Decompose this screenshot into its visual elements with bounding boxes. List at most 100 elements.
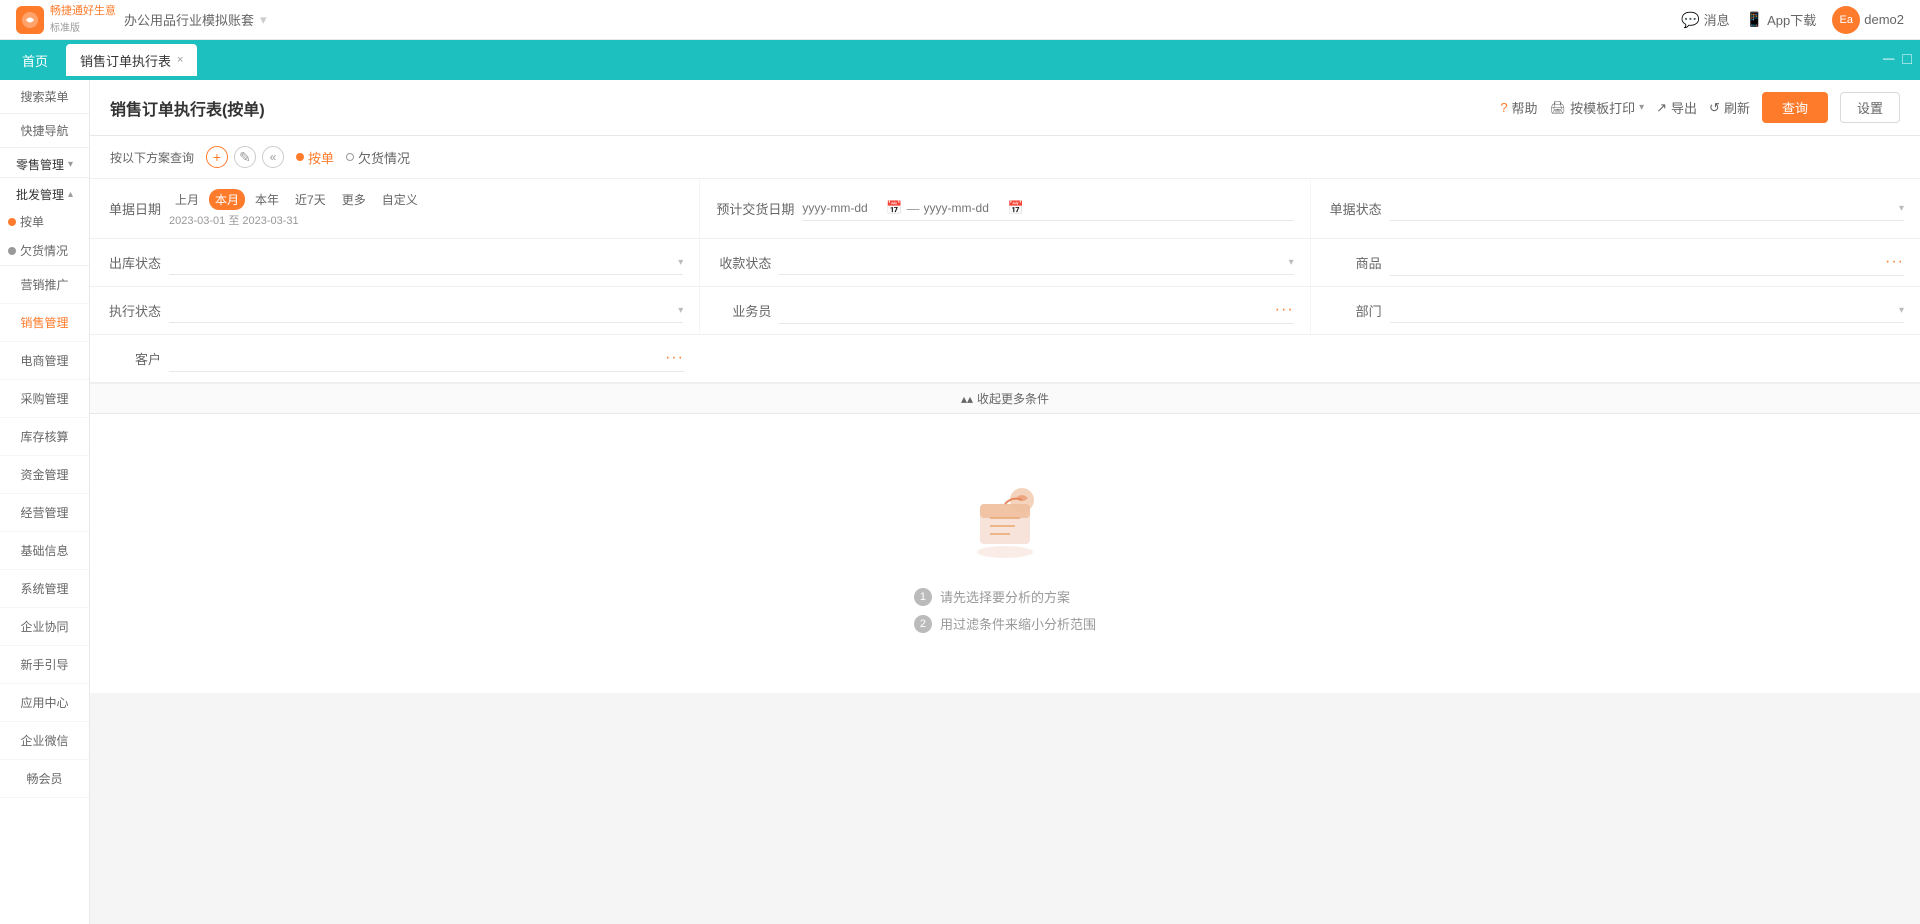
- sidebar-item-corp[interactable]: 企业协同: [0, 608, 89, 646]
- scheme-order-label: 按单: [308, 148, 334, 167]
- sidebar-item-wechat[interactable]: 企业微信: [0, 722, 89, 760]
- sidebar-item-member[interactable]: 畅会员: [0, 760, 89, 798]
- user-menu[interactable]: Ea demo2: [1832, 6, 1904, 34]
- calendar-icon-1[interactable]: 📅: [886, 200, 902, 216]
- goods-more-icon[interactable]: ···: [1885, 253, 1904, 271]
- sidebar-quick-nav[interactable]: 快捷导航: [0, 114, 89, 148]
- sidebar-item-ecommerce[interactable]: 电商管理: [0, 342, 89, 380]
- sidebar-item-basic[interactable]: 基础信息: [0, 532, 89, 570]
- logo-icon: [16, 6, 44, 34]
- content-area: 销售订单执行表(按单) ? 帮助 🖨 按模板打印 ▾ ↗ 导出: [90, 80, 1920, 924]
- customer-input[interactable]: ···: [169, 345, 684, 372]
- filter-row-3: 执行状态 ▾ 业务员 ··· 部门: [90, 287, 1920, 335]
- breadcrumb[interactable]: 办公用品行业模拟账套 ▾: [124, 10, 267, 29]
- scheme-option-order[interactable]: 按单: [296, 148, 334, 167]
- tip-num-1: 1: [914, 588, 932, 606]
- tab-home-label: 首页: [22, 51, 48, 70]
- customer-more-icon[interactable]: ···: [665, 349, 684, 367]
- payment-select[interactable]: ▾: [779, 251, 1293, 275]
- scheme-collapse-btn[interactable]: «: [262, 146, 284, 168]
- date-tab-custom[interactable]: 自定义: [376, 189, 424, 210]
- filter-goods-cell: 商品 ···: [1311, 239, 1920, 286]
- status-select[interactable]: ▾: [1390, 197, 1904, 221]
- tab-minimize-btn[interactable]: ─: [1883, 51, 1894, 69]
- date-tab-more[interactable]: 更多: [336, 189, 372, 210]
- page-title: 销售订单执行表(按单): [110, 96, 265, 132]
- query-btn[interactable]: 查询: [1762, 92, 1828, 123]
- expected-date-end-input[interactable]: [924, 201, 1004, 215]
- salesperson-more-icon[interactable]: ···: [1275, 301, 1294, 319]
- app-download-btn[interactable]: 📱 App下载: [1746, 10, 1817, 29]
- tab-maximize-btn[interactable]: □: [1902, 51, 1912, 69]
- salesperson-input[interactable]: ···: [779, 297, 1293, 324]
- scheme-label: 按以下方案查询: [110, 149, 194, 166]
- settings-btn[interactable]: 设置: [1840, 92, 1900, 123]
- collapse-more-btn[interactable]: ▴▴ 收起更多条件: [90, 383, 1920, 413]
- sidebar-item-marketing[interactable]: 营销推广: [0, 266, 89, 304]
- payment-label: 收款状态: [716, 253, 771, 272]
- sidebar-item-retail[interactable]: 零售管理 ▾: [0, 148, 89, 177]
- empty-tips: 1 请先选择要分析的方案 2 用过滤条件来缩小分析范围: [914, 587, 1096, 633]
- expected-date-start-input[interactable]: [802, 201, 882, 215]
- filter-row-4: 客户 ···: [90, 335, 1920, 383]
- main-content: 销售订单执行表(按单) ? 帮助 🖨 按模板打印 ▾ ↗ 导出: [90, 80, 1920, 693]
- date-tab-last-month[interactable]: 上月: [169, 189, 205, 210]
- sidebar-search[interactable]: 搜索菜单: [0, 80, 89, 114]
- date-control: 上月 本月 本年 近7天 更多 自定义 2023-03-01 至 2023-03…: [169, 189, 683, 228]
- refresh-btn[interactable]: ↺ 刷新: [1709, 98, 1750, 117]
- wholesale-arrow-icon: ▴: [68, 189, 73, 200]
- empty-tip-2: 2 用过滤条件来缩小分析范围: [914, 614, 1096, 633]
- wechat-label: 企业微信: [20, 734, 68, 748]
- inventory-label: 库存核算: [20, 430, 68, 444]
- date-tab-7days[interactable]: 近7天: [289, 189, 332, 210]
- export-btn[interactable]: ↗ 导出: [1656, 98, 1697, 117]
- delivery-select[interactable]: ▾: [169, 251, 683, 275]
- sidebar-item-wholesale[interactable]: 批发管理 ▴: [0, 178, 89, 207]
- expected-date-label: 预计交货日期: [716, 199, 794, 218]
- tab-sales-order[interactable]: 销售订单执行表 ×: [66, 44, 197, 76]
- tab-home[interactable]: 首页: [8, 44, 62, 76]
- filter-payment-cell: 收款状态 ▾: [700, 239, 1310, 286]
- scheme-debt-label: 欠货情况: [358, 148, 410, 167]
- sub-item-order[interactable]: 按单: [0, 207, 89, 236]
- wholesale-label: 批发管理: [16, 186, 64, 203]
- export-icon: ↗: [1656, 100, 1667, 116]
- retail-label: 零售管理: [16, 156, 64, 173]
- sidebar-item-purchase[interactable]: 采购管理: [0, 380, 89, 418]
- scheme-option-debt[interactable]: 欠货情况: [346, 148, 410, 167]
- empty-tip-2-text: 用过滤条件来缩小分析范围: [940, 614, 1096, 633]
- scheme-add-btn[interactable]: +: [206, 146, 228, 168]
- sidebar-item-inventory[interactable]: 库存核算: [0, 418, 89, 456]
- ecommerce-label: 电商管理: [20, 354, 68, 368]
- sidebar-item-appstore[interactable]: 应用中心: [0, 684, 89, 722]
- print-icon: 🖨: [1550, 100, 1567, 116]
- date-tab-this-year[interactable]: 本年: [249, 189, 285, 210]
- tab-close-icon[interactable]: ×: [177, 54, 183, 66]
- order-dot-icon: [8, 218, 16, 226]
- scheme-edit-btn[interactable]: ✎: [234, 146, 256, 168]
- sidebar-item-newbie[interactable]: 新手引导: [0, 646, 89, 684]
- template-print-btn[interactable]: 🖨 按模板打印 ▾: [1550, 98, 1645, 117]
- filter-status-cell: 单据状态 ▾: [1311, 179, 1920, 238]
- sub-item-debt[interactable]: 欠货情况: [0, 236, 89, 265]
- sidebar-section-wholesale: 批发管理 ▴ 按单 欠货情况: [0, 178, 89, 266]
- message-btn[interactable]: 💬 消息: [1681, 10, 1730, 29]
- logo-text: 畅捷通好生意: [50, 5, 116, 18]
- print-arrow-icon: ▾: [1639, 102, 1644, 113]
- sidebar-item-operation[interactable]: 经营管理: [0, 494, 89, 532]
- filter-customer-cell: 客户 ···: [90, 335, 700, 382]
- quick-nav-label: 快捷导航: [20, 124, 68, 138]
- sidebar-item-sales[interactable]: 销售管理: [0, 304, 89, 342]
- goods-input[interactable]: ···: [1390, 249, 1904, 276]
- expected-date-control: 📅 — 📅: [802, 196, 1293, 221]
- sidebar-item-finance[interactable]: 资金管理: [0, 456, 89, 494]
- dept-select[interactable]: ▾: [1390, 299, 1904, 323]
- date-tab-this-month[interactable]: 本月: [209, 189, 245, 210]
- calendar-icon-2[interactable]: 📅: [1008, 200, 1024, 216]
- salesperson-label: 业务员: [716, 301, 771, 320]
- operation-label: 经营管理: [20, 506, 68, 520]
- help-btn[interactable]: ? 帮助: [1500, 98, 1537, 117]
- edit-icon: ✎: [239, 149, 251, 166]
- execution-select[interactable]: ▾: [169, 299, 683, 323]
- sidebar-item-system[interactable]: 系统管理: [0, 570, 89, 608]
